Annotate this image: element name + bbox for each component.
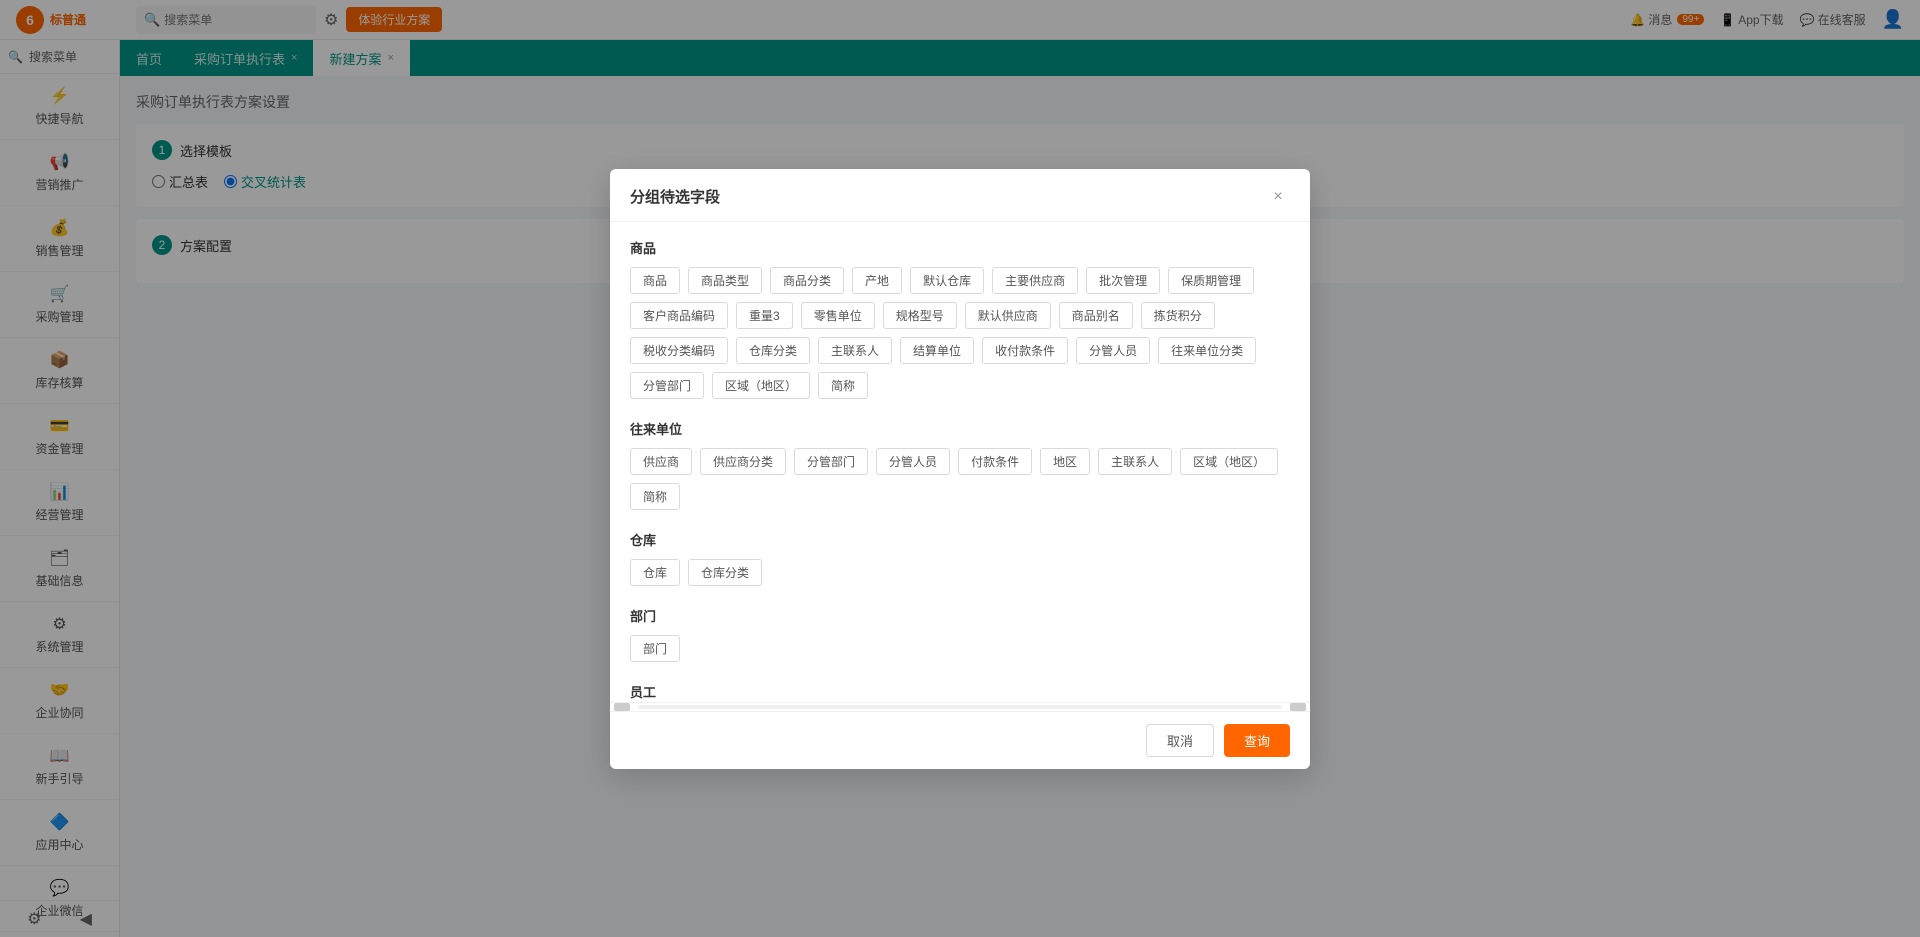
- field-tag[interactable]: 主要供应商: [992, 267, 1078, 294]
- section-counterpart: 往来单位 供应商 供应商分类 分管部门 分管人员 付款条件 地区 主联系人 区域…: [630, 419, 1290, 510]
- section-warehouse-title: 仓库: [630, 530, 1290, 549]
- field-tag[interactable]: 仓库: [630, 559, 680, 586]
- field-tag[interactable]: 付款条件: [958, 448, 1032, 475]
- field-tag[interactable]: 分管部门: [794, 448, 868, 475]
- field-tag[interactable]: 主联系人: [818, 337, 892, 364]
- field-tag[interactable]: 零售单位: [801, 302, 875, 329]
- scroll-right-arrow: [1290, 703, 1306, 711]
- field-tag[interactable]: 商品别名: [1059, 302, 1133, 329]
- section-warehouse: 仓库 仓库 仓库分类: [630, 530, 1290, 586]
- goods-fields: 商品 商品类型 商品分类 产地 默认仓库 主要供应商 批次管理 保质期管理 客户…: [630, 267, 1290, 399]
- dialog-scrollbar[interactable]: [610, 702, 1310, 711]
- field-tag[interactable]: 部门: [630, 635, 680, 662]
- field-tag[interactable]: 分管人员: [1076, 337, 1150, 364]
- field-tag[interactable]: 分管人员: [876, 448, 950, 475]
- field-tag[interactable]: 商品分类: [770, 267, 844, 294]
- field-tag[interactable]: 默认供应商: [965, 302, 1051, 329]
- field-tag[interactable]: 默认仓库: [910, 267, 984, 294]
- field-tag[interactable]: 分管部门: [630, 372, 704, 399]
- confirm-button[interactable]: 查询: [1224, 724, 1290, 757]
- section-department-title: 部门: [630, 606, 1290, 625]
- warehouse-fields: 仓库 仓库分类: [630, 559, 1290, 586]
- section-employee-title: 员工: [630, 682, 1290, 701]
- field-tag[interactable]: 仓库分类: [736, 337, 810, 364]
- field-tag[interactable]: 仓库分类: [688, 559, 762, 586]
- field-tag[interactable]: 商品类型: [688, 267, 762, 294]
- field-tag[interactable]: 批次管理: [1086, 267, 1160, 294]
- section-goods-title: 商品: [630, 238, 1290, 257]
- section-employee: 员工 业务员: [630, 682, 1290, 702]
- field-tag[interactable]: 客户商品编码: [630, 302, 728, 329]
- dialog-header: 分组待选字段 ×: [610, 169, 1310, 222]
- field-tag[interactable]: 拣货积分: [1141, 302, 1215, 329]
- field-tag[interactable]: 收付款条件: [982, 337, 1068, 364]
- department-fields: 部门: [630, 635, 1290, 662]
- cancel-button[interactable]: 取消: [1146, 724, 1214, 757]
- field-tag[interactable]: 地区: [1040, 448, 1090, 475]
- section-department: 部门 部门: [630, 606, 1290, 662]
- scroll-left-arrow: [614, 703, 630, 711]
- scroll-track: [638, 705, 1282, 709]
- field-tag[interactable]: 重量3: [736, 302, 793, 329]
- field-tag[interactable]: 保质期管理: [1168, 267, 1254, 294]
- field-tag[interactable]: 供应商分类: [700, 448, 786, 475]
- field-tag[interactable]: 税收分类编码: [630, 337, 728, 364]
- counterpart-fields: 供应商 供应商分类 分管部门 分管人员 付款条件 地区 主联系人 区域（地区） …: [630, 448, 1290, 510]
- field-tag[interactable]: 区域（地区）: [712, 372, 810, 399]
- field-tag[interactable]: 结算单位: [900, 337, 974, 364]
- dialog: 分组待选字段 × 商品 商品 商品类型 商品分类 产地 默认仓库 主要供应商 批…: [610, 169, 1310, 769]
- field-tag[interactable]: 规格型号: [883, 302, 957, 329]
- dialog-title: 分组待选字段: [630, 186, 720, 207]
- dialog-close-button[interactable]: ×: [1266, 185, 1290, 209]
- section-counterpart-title: 往来单位: [630, 419, 1290, 438]
- field-tag[interactable]: 往来单位分类: [1158, 337, 1256, 364]
- dialog-overlay: 分组待选字段 × 商品 商品 商品类型 商品分类 产地 默认仓库 主要供应商 批…: [0, 0, 1920, 937]
- field-tag[interactable]: 主联系人: [1098, 448, 1172, 475]
- field-tag[interactable]: 供应商: [630, 448, 692, 475]
- field-tag[interactable]: 商品: [630, 267, 680, 294]
- field-tag[interactable]: 区域（地区）: [1180, 448, 1278, 475]
- field-tag[interactable]: 简称: [630, 483, 680, 510]
- section-goods: 商品 商品 商品类型 商品分类 产地 默认仓库 主要供应商 批次管理 保质期管理…: [630, 238, 1290, 399]
- field-tag[interactable]: 产地: [852, 267, 902, 294]
- field-tag[interactable]: 简称: [818, 372, 868, 399]
- dialog-body: 商品 商品 商品类型 商品分类 产地 默认仓库 主要供应商 批次管理 保质期管理…: [610, 222, 1310, 702]
- dialog-footer: 取消 查询: [610, 711, 1310, 769]
